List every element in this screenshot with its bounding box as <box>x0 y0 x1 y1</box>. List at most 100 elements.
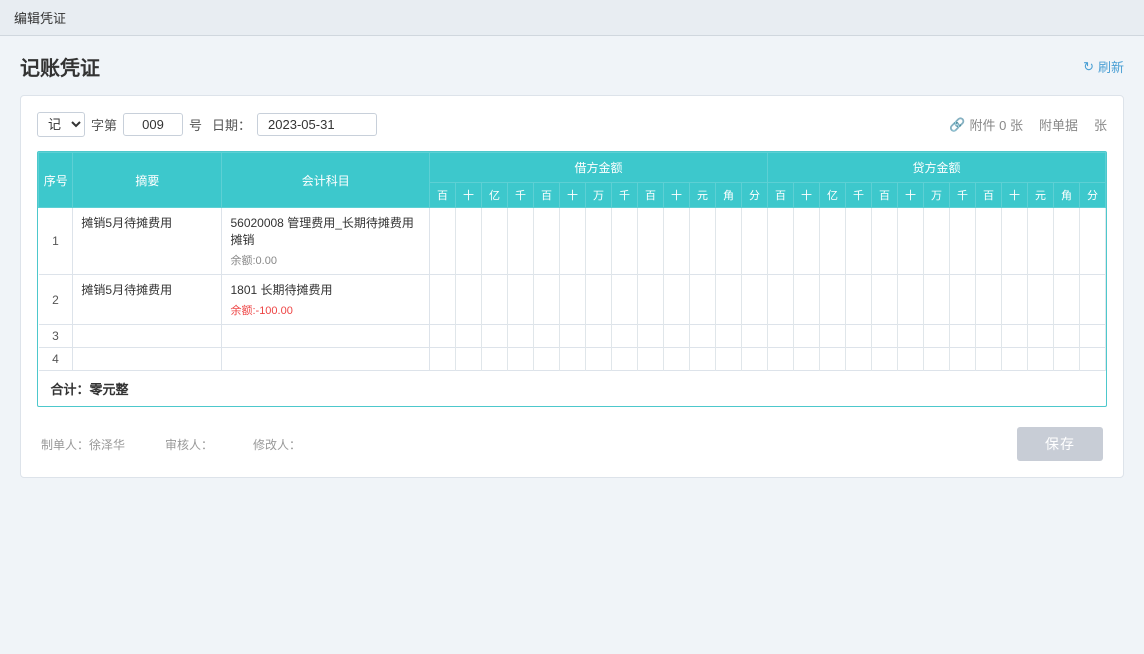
digit-cell-r1-c23[interactable] <box>1027 275 1053 325</box>
digit-cell-r0-c23[interactable] <box>1027 208 1053 275</box>
digit-cell-r1-c3[interactable] <box>507 275 533 325</box>
digit-cell-r0-c19[interactable] <box>923 208 949 275</box>
row-account-3[interactable] <box>222 348 430 371</box>
row-account-0[interactable]: 56020008 管理费用_长期待摊费用摊销余额:0.00 <box>222 208 430 275</box>
digit-cell-r0-c21[interactable] <box>975 208 1001 275</box>
digit-cell-r0-c6[interactable] <box>585 208 611 275</box>
row-seq-0[interactable]: 1 <box>39 208 73 275</box>
digit-cell-r0-c7[interactable] <box>611 208 637 275</box>
digit-cell-r3-c24[interactable] <box>1053 348 1079 371</box>
digit-cell-r0-c11[interactable] <box>715 208 741 275</box>
digit-cell-r2-c2[interactable] <box>481 325 507 348</box>
digit-cell-r3-c2[interactable] <box>481 348 507 371</box>
digit-cell-r2-c3[interactable] <box>507 325 533 348</box>
digit-cell-r3-c7[interactable] <box>611 348 637 371</box>
row-summary-1[interactable]: 摊销5月待摊费用 <box>73 275 222 325</box>
digit-cell-r3-c25[interactable] <box>1079 348 1105 371</box>
digit-cell-r2-c11[interactable] <box>715 325 741 348</box>
digit-cell-r1-c22[interactable] <box>1001 275 1027 325</box>
digit-cell-r2-c5[interactable] <box>559 325 585 348</box>
digit-cell-r1-c0[interactable] <box>429 275 455 325</box>
digit-cell-r1-c1[interactable] <box>455 275 481 325</box>
digit-cell-r1-c12[interactable] <box>741 275 767 325</box>
digit-cell-r3-c17[interactable] <box>871 348 897 371</box>
digit-cell-r1-c13[interactable] <box>767 275 793 325</box>
digit-cell-r2-c6[interactable] <box>585 325 611 348</box>
digit-cell-r2-c12[interactable] <box>741 325 767 348</box>
digit-cell-r1-c14[interactable] <box>793 275 819 325</box>
digit-cell-r2-c23[interactable] <box>1027 325 1053 348</box>
digit-cell-r3-c10[interactable] <box>689 348 715 371</box>
digit-cell-r3-c4[interactable] <box>533 348 559 371</box>
digit-cell-r2-c16[interactable] <box>845 325 871 348</box>
digit-cell-r3-c16[interactable] <box>845 348 871 371</box>
digit-cell-r2-c15[interactable] <box>819 325 845 348</box>
digit-cell-r0-c4[interactable] <box>533 208 559 275</box>
digit-cell-r0-c2[interactable] <box>481 208 507 275</box>
digit-cell-r3-c19[interactable] <box>923 348 949 371</box>
digit-cell-r2-c25[interactable] <box>1079 325 1105 348</box>
digit-cell-r2-c0[interactable] <box>429 325 455 348</box>
digit-cell-r3-c6[interactable] <box>585 348 611 371</box>
digit-cell-r0-c12[interactable] <box>741 208 767 275</box>
row-account-2[interactable] <box>222 325 430 348</box>
digit-cell-r2-c17[interactable] <box>871 325 897 348</box>
save-button[interactable]: 保存 <box>1017 427 1103 461</box>
digit-cell-r1-c20[interactable] <box>949 275 975 325</box>
digit-cell-r0-c18[interactable] <box>897 208 923 275</box>
digit-cell-r0-c25[interactable] <box>1079 208 1105 275</box>
digit-cell-r0-c14[interactable] <box>793 208 819 275</box>
digit-cell-r0-c10[interactable] <box>689 208 715 275</box>
digit-cell-r1-c17[interactable] <box>871 275 897 325</box>
digit-cell-r0-c0[interactable] <box>429 208 455 275</box>
digit-cell-r0-c20[interactable] <box>949 208 975 275</box>
digit-cell-r1-c2[interactable] <box>481 275 507 325</box>
voucher-number-input[interactable] <box>123 113 183 136</box>
row-summary-2[interactable] <box>73 325 222 348</box>
digit-cell-r2-c19[interactable] <box>923 325 949 348</box>
digit-cell-r2-c9[interactable] <box>663 325 689 348</box>
digit-cell-r1-c19[interactable] <box>923 275 949 325</box>
row-seq-1[interactable]: 2 <box>39 275 73 325</box>
digit-cell-r0-c3[interactable] <box>507 208 533 275</box>
digit-cell-r2-c4[interactable] <box>533 325 559 348</box>
digit-cell-r3-c23[interactable] <box>1027 348 1053 371</box>
digit-cell-r3-c8[interactable] <box>637 348 663 371</box>
digit-cell-r0-c15[interactable] <box>819 208 845 275</box>
digit-cell-r0-c17[interactable] <box>871 208 897 275</box>
digit-cell-r3-c13[interactable] <box>767 348 793 371</box>
refresh-button[interactable]: ↻ 刷新 <box>1083 57 1124 76</box>
row-summary-3[interactable] <box>73 348 222 371</box>
voucher-type-select[interactable]: 记 <box>37 112 85 137</box>
row-account-1[interactable]: 1801 长期待摊费用余额:-100.00 <box>222 275 430 325</box>
attachment-link[interactable]: 🔗 附件 0 张 <box>949 115 1023 134</box>
digit-cell-r0-c16[interactable] <box>845 208 871 275</box>
digit-cell-r3-c9[interactable] <box>663 348 689 371</box>
digit-cell-r2-c24[interactable] <box>1053 325 1079 348</box>
digit-cell-r2-c21[interactable] <box>975 325 1001 348</box>
digit-cell-r2-c22[interactable] <box>1001 325 1027 348</box>
digit-cell-r1-c15[interactable] <box>819 275 845 325</box>
digit-cell-r1-c6[interactable] <box>585 275 611 325</box>
digit-cell-r0-c22[interactable] <box>1001 208 1027 275</box>
digit-cell-r1-c11[interactable] <box>715 275 741 325</box>
digit-cell-r2-c10[interactable] <box>689 325 715 348</box>
digit-cell-r1-c16[interactable] <box>845 275 871 325</box>
digit-cell-r0-c5[interactable] <box>559 208 585 275</box>
digit-cell-r3-c5[interactable] <box>559 348 585 371</box>
digit-cell-r1-c5[interactable] <box>559 275 585 325</box>
digit-cell-r1-c21[interactable] <box>975 275 1001 325</box>
digit-cell-r3-c22[interactable] <box>1001 348 1027 371</box>
digit-cell-r0-c13[interactable] <box>767 208 793 275</box>
digit-cell-r1-c8[interactable] <box>637 275 663 325</box>
digit-cell-r3-c12[interactable] <box>741 348 767 371</box>
digit-cell-r2-c8[interactable] <box>637 325 663 348</box>
digit-cell-r2-c13[interactable] <box>767 325 793 348</box>
digit-cell-r3-c3[interactable] <box>507 348 533 371</box>
digit-cell-r3-c1[interactable] <box>455 348 481 371</box>
digit-cell-r0-c9[interactable] <box>663 208 689 275</box>
digit-cell-r2-c20[interactable] <box>949 325 975 348</box>
digit-cell-r2-c14[interactable] <box>793 325 819 348</box>
digit-cell-r3-c0[interactable] <box>429 348 455 371</box>
digit-cell-r0-c24[interactable] <box>1053 208 1079 275</box>
